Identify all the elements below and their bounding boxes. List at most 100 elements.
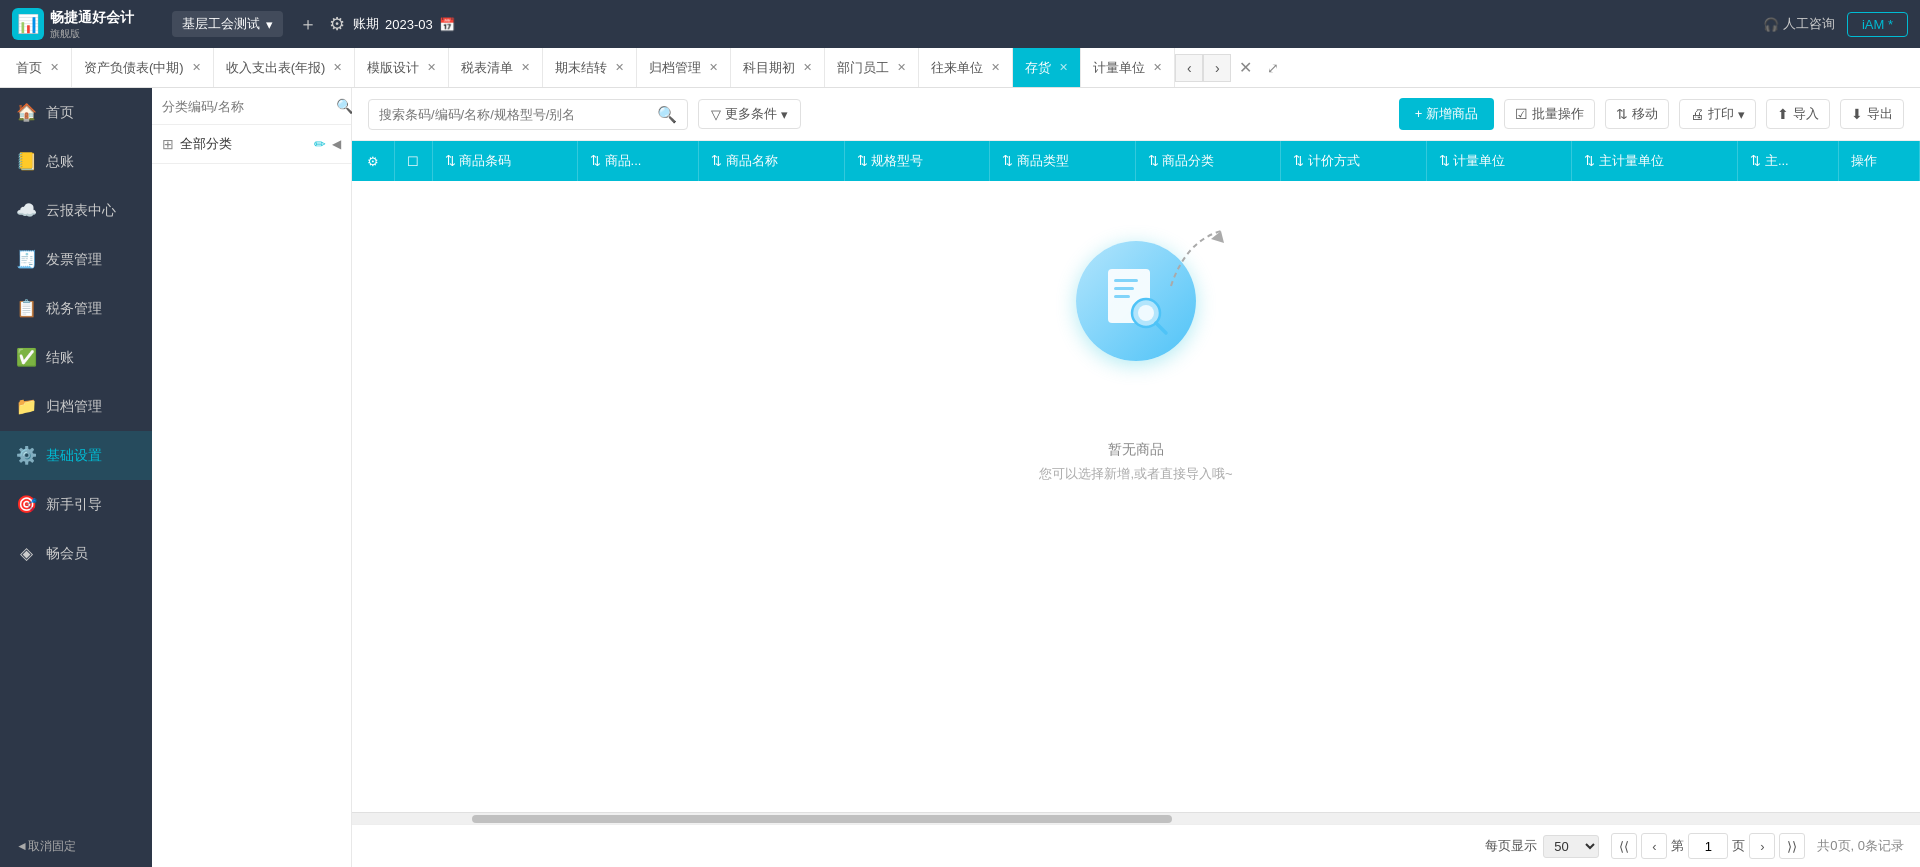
tab-inventory[interactable]: 存货 ✕ [1013, 48, 1081, 87]
calendar-icon[interactable]: 📅 [439, 17, 455, 32]
sidebar-item-member[interactable]: ◈ 畅会员 [0, 529, 152, 578]
move-label: 移动 [1632, 105, 1658, 123]
tab-unit-label: 计量单位 [1093, 59, 1145, 77]
guide-icon: 🎯 [16, 494, 36, 515]
filter-button[interactable]: ▽ 更多条件 ▾ [698, 99, 801, 129]
add-product-label: + 新增商品 [1415, 105, 1478, 123]
th-barcode[interactable]: ⇅ 商品条码 [432, 141, 577, 181]
import-button[interactable]: ⬆ 导入 [1766, 99, 1830, 129]
th-category[interactable]: ⇅ 商品分类 [1135, 141, 1280, 181]
tab-unit-close[interactable]: ✕ [1153, 61, 1162, 74]
tab-tax-close[interactable]: ✕ [521, 61, 530, 74]
tab-period-carry[interactable]: 期末结转 ✕ [543, 48, 637, 87]
sidebar-invoice-label: 发票管理 [46, 251, 102, 269]
empty-illustration [1046, 241, 1226, 421]
category-search-icon[interactable]: 🔍 [336, 98, 353, 114]
sidebar-item-archive[interactable]: 📁 归档管理 [0, 382, 152, 431]
sidebar-item-tax[interactable]: 📋 税务管理 [0, 284, 152, 333]
period-label: 账期 [353, 15, 379, 33]
th-pricing[interactable]: ⇅ 计价方式 [1281, 141, 1426, 181]
scroll-thumb[interactable] [472, 815, 1172, 823]
main-layout: 🏠 首页 📒 总账 ☁️ 云报表中心 🧾 发票管理 📋 税务管理 ✅ 结账 📁 … [0, 88, 1920, 867]
tab-department[interactable]: 部门员工 ✕ [825, 48, 919, 87]
tab-balance-close[interactable]: ✕ [192, 61, 201, 74]
sidebar-item-invoice[interactable]: 🧾 发票管理 [0, 235, 152, 284]
tab-home[interactable]: 首页 ✕ [4, 48, 72, 87]
tab-template[interactable]: 模版设计 ✕ [355, 48, 449, 87]
th-name[interactable]: ⇅ 商品名称 [699, 141, 844, 181]
import-icon: ⬆ [1777, 106, 1789, 122]
tab-prev-button[interactable]: ‹ [1175, 54, 1203, 82]
th-main-unit[interactable]: ⇅ 主计量单位 [1572, 141, 1738, 181]
tab-inventory-close[interactable]: ✕ [1059, 61, 1068, 74]
tab-balance-sheet[interactable]: 资产负债表(中期) ✕ [72, 48, 214, 87]
tab-contacts[interactable]: 往来单位 ✕ [919, 48, 1013, 87]
product-search-input[interactable] [379, 107, 651, 122]
move-button[interactable]: ⇅ 移动 [1605, 99, 1669, 129]
next-page-button[interactable]: › [1749, 833, 1775, 859]
tab-contacts-close[interactable]: ✕ [991, 61, 1000, 74]
sidebar-item-home[interactable]: 🏠 首页 [0, 88, 152, 137]
th-unit[interactable]: ⇅ 计量单位 [1426, 141, 1571, 181]
all-category-row[interactable]: ⊞ 全部分类 ✏ ◀ [152, 125, 351, 164]
tab-expand-button[interactable]: ⤢ [1259, 54, 1287, 82]
last-page-button[interactable]: ⟩⟩ [1779, 833, 1805, 859]
sidebar-item-closing[interactable]: ✅ 结账 [0, 333, 152, 382]
svg-rect-3 [1114, 287, 1134, 290]
page-number-input[interactable] [1688, 833, 1728, 859]
tab-income-close[interactable]: ✕ [333, 61, 342, 74]
export-button[interactable]: ⬇ 导出 [1840, 99, 1904, 129]
tab-next-button[interactable]: › [1203, 54, 1231, 82]
tax-icon: 📋 [16, 298, 36, 319]
prev-page-button[interactable]: ‹ [1641, 833, 1667, 859]
horizontal-scrollbar[interactable] [352, 812, 1920, 824]
export-icon: ⬇ [1851, 106, 1863, 122]
sidebar-item-settings[interactable]: ⚙️ 基础设置 [0, 431, 152, 480]
batch-operation-button[interactable]: ☑ 批量操作 [1504, 99, 1595, 129]
th-settings[interactable]: ⚙ [352, 141, 394, 181]
ledger-icon: 📒 [16, 151, 36, 172]
category-search-input[interactable] [162, 99, 330, 114]
sidebar-item-guide[interactable]: 🎯 新手引导 [0, 480, 152, 529]
tab-income-statement[interactable]: 收入支出表(年报) ✕ [214, 48, 356, 87]
company-selector[interactable]: 基层工会测试 ▾ [172, 11, 283, 37]
tab-archive-close[interactable]: ✕ [709, 61, 718, 74]
add-tab-button[interactable]: ＋ [299, 12, 317, 36]
th-spec[interactable]: ⇅ 规格型号 [844, 141, 989, 181]
tab-home-label: 首页 [16, 59, 42, 77]
th-sub[interactable]: ⇅ 主... [1738, 141, 1839, 181]
add-product-button[interactable]: + 新增商品 [1399, 98, 1494, 130]
period-value[interactable]: 2023-03 [385, 17, 433, 32]
tab-tax-list[interactable]: 税表清单 ✕ [449, 48, 543, 87]
account-button[interactable]: iAM * [1847, 12, 1908, 37]
pagination: ⟨⟨ ‹ 第 页 › ⟩⟩ [1611, 833, 1805, 859]
page-size-select[interactable]: 50 100 200 [1543, 835, 1599, 858]
category-search-box: 🔍 [152, 88, 351, 125]
service-button[interactable]: 🎧 人工咨询 [1763, 15, 1835, 33]
tab-subject-close[interactable]: ✕ [803, 61, 812, 74]
svg-rect-4 [1114, 295, 1130, 298]
sidebar-item-reports[interactable]: ☁️ 云报表中心 [0, 186, 152, 235]
tab-department-close[interactable]: ✕ [897, 61, 906, 74]
sidebar-archive-label: 归档管理 [46, 398, 102, 416]
tab-archive[interactable]: 归档管理 ✕ [637, 48, 731, 87]
print-button[interactable]: 🖨 打印 ▾ [1679, 99, 1756, 129]
collapse-icon[interactable]: ◀ [332, 137, 341, 151]
product-search-icon[interactable]: 🔍 [657, 105, 677, 124]
tab-contacts-label: 往来单位 [931, 59, 983, 77]
tab-home-close[interactable]: ✕ [50, 61, 59, 74]
th-code[interactable]: ⇅ 商品... [577, 141, 698, 181]
edit-icon[interactable]: ✏ [314, 136, 326, 152]
settings-button[interactable]: ⚙ [329, 13, 345, 35]
tab-period-close[interactable]: ✕ [615, 61, 624, 74]
th-type[interactable]: ⇅ 商品类型 [990, 141, 1135, 181]
sidebar-unpin-button[interactable]: ◄取消固定 [0, 826, 152, 867]
sidebar-item-ledger[interactable]: 📒 总账 [0, 137, 152, 186]
th-checkbox[interactable]: ☐ [394, 141, 432, 181]
first-page-button[interactable]: ⟨⟨ [1611, 833, 1637, 859]
tab-close-all-button[interactable]: ✕ [1231, 54, 1259, 82]
tab-template-close[interactable]: ✕ [427, 61, 436, 74]
tab-department-label: 部门员工 [837, 59, 889, 77]
tab-unit[interactable]: 计量单位 ✕ [1081, 48, 1175, 87]
tab-subject[interactable]: 科目期初 ✕ [731, 48, 825, 87]
